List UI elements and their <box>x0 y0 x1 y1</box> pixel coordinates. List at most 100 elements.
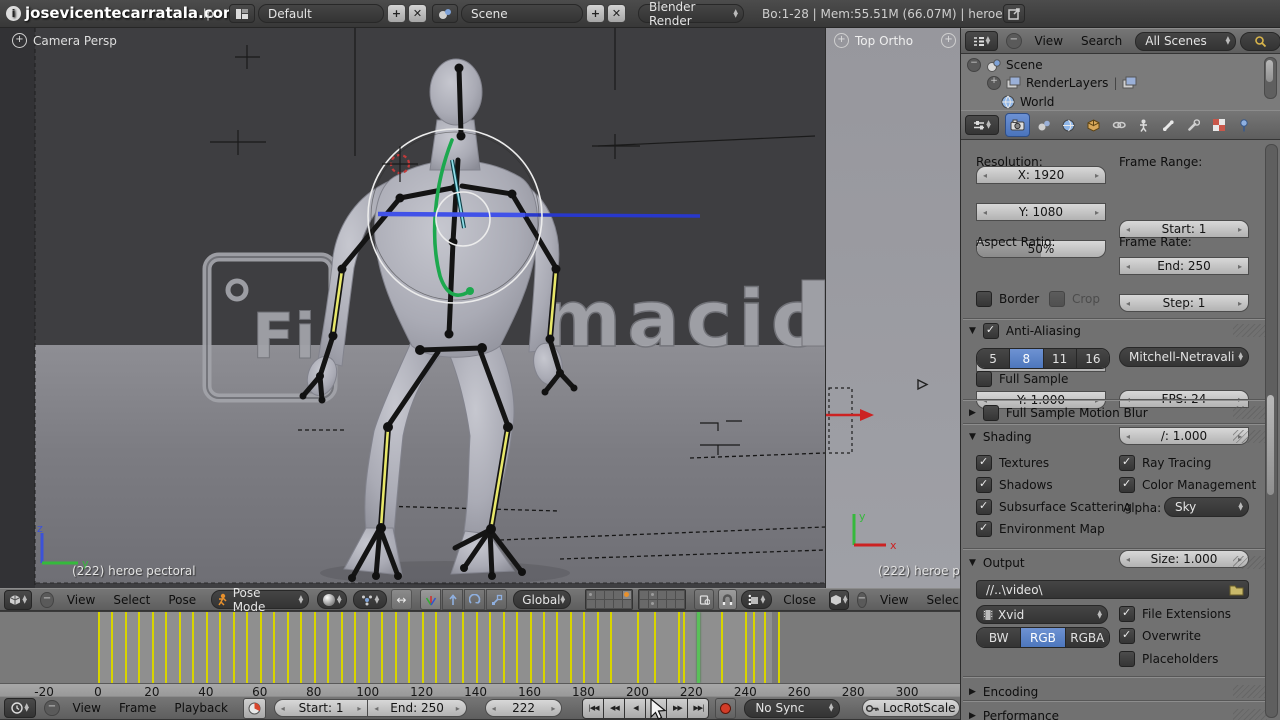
lock-to-scene-button[interactable] <box>694 589 715 610</box>
keyframe-marker[interactable] <box>111 612 114 683</box>
pivot-point-selector[interactable]: ▲ ▼ <box>353 590 387 609</box>
layer-cell[interactable] <box>605 591 614 599</box>
keyframe-marker[interactable] <box>677 612 680 683</box>
keyframe-marker[interactable] <box>151 612 154 683</box>
collapse-menus-icon[interactable]: − <box>40 591 54 608</box>
manipulator-toggle[interactable]: ↔ <box>390 589 413 610</box>
side-menu-view[interactable]: View <box>871 589 917 610</box>
alpha-selector[interactable]: Sky ▲ ▼ <box>1164 497 1249 517</box>
aa-size-field[interactable]: ◂Size: 1.000▸ <box>1119 550 1249 568</box>
current-frame-marker[interactable] <box>696 612 700 683</box>
color-mode-bw[interactable]: BW <box>977 628 1022 647</box>
layer-cell[interactable] <box>596 591 605 599</box>
layer-cell[interactable] <box>587 600 596 608</box>
snap-magnet-icon[interactable] <box>718 589 737 610</box>
timeline-menu-playback[interactable]: Playback <box>165 697 237 719</box>
keyframe-marker[interactable] <box>394 612 397 683</box>
next-keyframe-button[interactable]: ▶▶ <box>667 697 689 719</box>
side-menu-selec[interactable]: Selec <box>918 589 961 610</box>
props-tab-constraints[interactable] <box>1107 114 1130 136</box>
keyframe-marker[interactable] <box>596 612 599 683</box>
color-mode-rgba[interactable]: RGBA <box>1065 628 1109 647</box>
layers-grid-1[interactable] <box>585 589 634 610</box>
collapse-menus-icon[interactable]: − <box>1005 33 1022 49</box>
keyframe-marker[interactable] <box>683 612 686 683</box>
outliner-row-scene[interactable]: − Scene <box>967 58 1043 72</box>
keyframe-marker[interactable] <box>475 612 478 683</box>
layer-cell[interactable] <box>667 591 676 599</box>
window-duplicate-icon[interactable] <box>1003 4 1025 23</box>
keyframe-marker[interactable] <box>408 612 411 683</box>
timeline-ruler[interactable]: -20 0 20 40 60 80 100 120 140 160 180 200 220 240 260 2… <box>0 683 960 696</box>
anti-aliasing-panel-header[interactable]: ▼ Anti-Aliasing <box>969 322 1081 340</box>
keyframe-marker[interactable] <box>637 612 640 683</box>
full-sample-checkbox[interactable]: Full Sample <box>976 371 1068 387</box>
layer-cell[interactable] <box>649 600 658 608</box>
jump-to-start-button[interactable]: |◀◀ <box>582 697 605 719</box>
props-tab-bone[interactable] <box>1157 114 1180 136</box>
layer-cell[interactable] <box>658 600 667 608</box>
current-frame-field[interactable]: ◂ 222 ▸ <box>484 699 563 717</box>
editor-type-3dview-side[interactable]: ▲ ▼ <box>829 589 849 610</box>
keyframe-marker[interactable] <box>569 612 572 683</box>
frame-step-field[interactable]: ◂ Step: 1 ▸ <box>1119 294 1249 312</box>
jump-to-end-button[interactable]: ▶▶| <box>688 697 710 719</box>
outliner-menu-search[interactable]: Search <box>1072 29 1131 53</box>
keyframe-marker[interactable] <box>721 612 723 683</box>
keyframe-marker[interactable] <box>192 612 195 683</box>
keyframe-marker[interactable] <box>232 612 235 683</box>
resolution-x-field[interactable]: ◂ X: 1920 ▸ <box>976 166 1106 184</box>
props-tab-scene[interactable] <box>1032 114 1055 136</box>
layer-cell[interactable] <box>649 591 658 599</box>
add-layout-button[interactable]: + <box>387 4 406 23</box>
keyframe-marker[interactable] <box>489 612 492 683</box>
keyframe-marker[interactable] <box>448 612 451 683</box>
output-container-selector[interactable]: Xvid ▲ ▼ <box>976 605 1108 624</box>
layer-cell[interactable] <box>658 591 667 599</box>
resolution-y-field[interactable]: ◂ Y: 1080 ▸ <box>976 203 1106 221</box>
layer-cell[interactable] <box>596 600 605 608</box>
layer-cell[interactable] <box>623 591 632 599</box>
keying-set-selector[interactable]: LocRotScale <box>861 699 960 717</box>
close-scene-button[interactable]: ✕ <box>607 4 626 23</box>
props-tab-object[interactable] <box>1082 114 1105 136</box>
timeline-keyframe-area[interactable] <box>0 612 960 683</box>
shading-environment-map-checkbox[interactable]: Environment Map <box>976 521 1105 537</box>
keyframe-marker[interactable] <box>313 612 316 683</box>
record-button[interactable] <box>715 697 737 719</box>
menu-pose[interactable]: Pose <box>159 589 205 610</box>
placeholders-checkbox[interactable]: Placeholders <box>1119 651 1218 667</box>
shading-ray-tracing-checkbox[interactable]: Ray Tracing <box>1119 455 1211 471</box>
viewport-3d-main[interactable]: Fi macio + Camera Persp z y (222) heroe … <box>0 28 825 588</box>
keyframe-marker[interactable] <box>462 612 465 683</box>
color-mode-rgb[interactable]: RGB <box>1021 628 1066 647</box>
fps-divisor-field[interactable]: ◂/: 1.000▸ <box>1119 427 1249 445</box>
play-reverse-button[interactable]: ◀ <box>625 697 647 719</box>
timeline-menu-frame[interactable]: Frame <box>110 697 165 719</box>
props-tab-data[interactable] <box>1132 114 1155 136</box>
keyframe-marker[interactable] <box>502 612 505 683</box>
keyframe-marker[interactable] <box>381 612 384 683</box>
outliner-menu-view[interactable]: View <box>1026 29 1072 53</box>
aa-samples-11[interactable]: 11 <box>1043 349 1077 368</box>
editor-type-properties[interactable]: ▲ ▼ <box>965 115 999 135</box>
layer-cell[interactable] <box>614 600 623 608</box>
keyframe-marker[interactable] <box>529 612 532 683</box>
editor-type-outliner[interactable]: ▲ ▼ <box>965 31 998 51</box>
manipulator-axis-button[interactable] <box>420 589 442 610</box>
keyframe-marker[interactable] <box>516 612 519 683</box>
collapse-menus-icon[interactable]: − <box>856 591 868 608</box>
layer-cell[interactable] <box>605 600 614 608</box>
keyframe-marker[interactable] <box>124 612 127 683</box>
border-checkbox[interactable]: Border <box>976 291 1039 307</box>
anti-aliasing-checkbox[interactable] <box>982 323 999 339</box>
keyframe-marker[interactable] <box>219 612 222 683</box>
frame-end-field[interactable]: ◂ End: 250 ▸ <box>1119 257 1249 275</box>
keyframe-marker[interactable] <box>764 612 767 683</box>
keyframe-marker[interactable] <box>178 612 181 683</box>
keyframe-marker[interactable] <box>777 612 780 683</box>
snap-element-selector[interactable]: ▲ ▼ <box>740 590 773 609</box>
viewport-shading-selector[interactable]: ▲ ▼ <box>317 590 348 609</box>
keyframe-marker[interactable] <box>327 612 330 683</box>
transform-orientation-selector[interactable]: Global ▲ ▼ <box>513 590 572 609</box>
